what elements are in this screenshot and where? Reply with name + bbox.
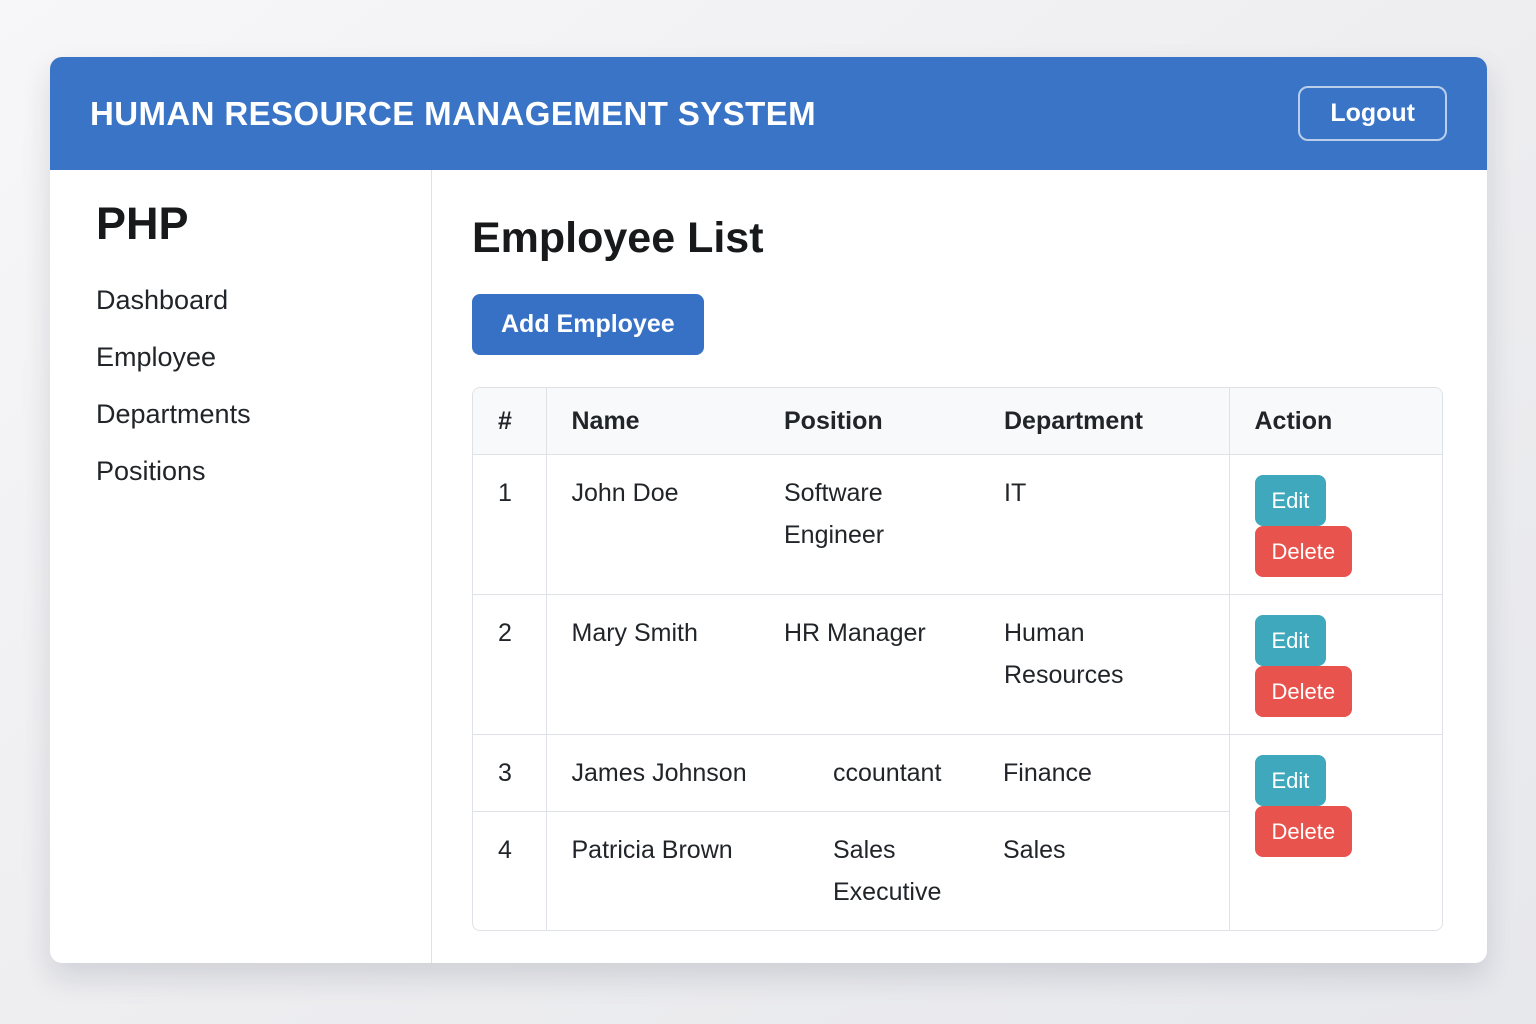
content-area: PHP Dashboard Employee Departments Posit… — [50, 170, 1487, 963]
column-header-name: Name — [546, 388, 759, 455]
row-number: 3 — [473, 734, 547, 812]
employee-department: Finance — [978, 734, 1229, 812]
column-header-action: Action — [1228, 388, 1442, 455]
sidebar-item-departments[interactable]: Departments — [96, 398, 411, 431]
logout-button[interactable]: Logout — [1298, 86, 1447, 141]
column-header-department: Department — [979, 388, 1229, 455]
table-header-row: # Name Position Department Action — [473, 388, 1442, 455]
employee-name: James Johnson — [546, 734, 808, 812]
employee-table-upper: # Name Position Department Action 1 John… — [473, 388, 1442, 734]
employee-table-lower: 3 James Johnson ccountant Finance Edit D… — [473, 734, 1442, 930]
action-cell: Edit Delete — [1228, 454, 1442, 595]
action-cell: Edit Delete — [1228, 594, 1442, 734]
sidebar: PHP Dashboard Employee Departments Posit… — [50, 170, 432, 963]
edit-button[interactable]: Edit — [1254, 475, 1327, 526]
employee-name: Patricia Brown — [546, 811, 808, 930]
page-title: Employee List — [472, 214, 764, 262]
edit-button[interactable]: Edit — [1254, 755, 1327, 806]
main-panel: Employee List Add Employee # Name Positi… — [432, 170, 1487, 963]
row-number: 4 — [473, 811, 547, 930]
delete-button[interactable]: Delete — [1254, 806, 1353, 857]
sidebar-item-positions[interactable]: Positions — [96, 455, 411, 488]
sidebar-item-dashboard[interactable]: Dashboard — [96, 284, 411, 317]
employee-department: Sales — [978, 811, 1229, 930]
table-row: 1 John Doe Software Engineer IT Edit Del… — [473, 454, 1442, 595]
employee-position: HR Manager — [759, 594, 979, 734]
delete-button[interactable]: Delete — [1254, 666, 1353, 717]
sidebar-item-employee[interactable]: Employee — [96, 341, 411, 374]
add-employee-button[interactable]: Add Employee — [472, 294, 704, 355]
sidebar-brand: PHP — [96, 198, 189, 249]
column-header-position: Position — [759, 388, 979, 455]
table-row: 2 Mary Smith HR Manager Human Resources … — [473, 594, 1442, 734]
employee-table: # Name Position Department Action 1 John… — [472, 387, 1443, 931]
row-number: 1 — [473, 454, 547, 595]
app-title: HUMAN RESOURCE MANAGEMENT SYSTEM — [90, 94, 816, 132]
employee-position: Sales Executive — [808, 811, 978, 930]
row-number: 2 — [473, 594, 547, 734]
app-window: HUMAN RESOURCE MANAGEMENT SYSTEM Logout … — [50, 57, 1487, 963]
employee-position: Software Engineer — [784, 479, 885, 549]
edit-button[interactable]: Edit — [1254, 615, 1327, 666]
employee-position: ccountant — [808, 734, 978, 812]
table-row: 3 James Johnson ccountant Finance Edit D… — [473, 734, 1442, 930]
employee-department: Human Resources — [979, 594, 1229, 734]
column-header-num: # — [473, 388, 547, 455]
delete-button[interactable]: Delete — [1254, 526, 1353, 577]
employee-department: IT — [1004, 479, 1027, 507]
action-cell: Edit Delete — [1228, 734, 1442, 930]
employee-name: Mary Smith — [546, 594, 759, 734]
employee-name: John Doe — [571, 479, 679, 507]
top-navbar: HUMAN RESOURCE MANAGEMENT SYSTEM Logout — [50, 57, 1487, 170]
